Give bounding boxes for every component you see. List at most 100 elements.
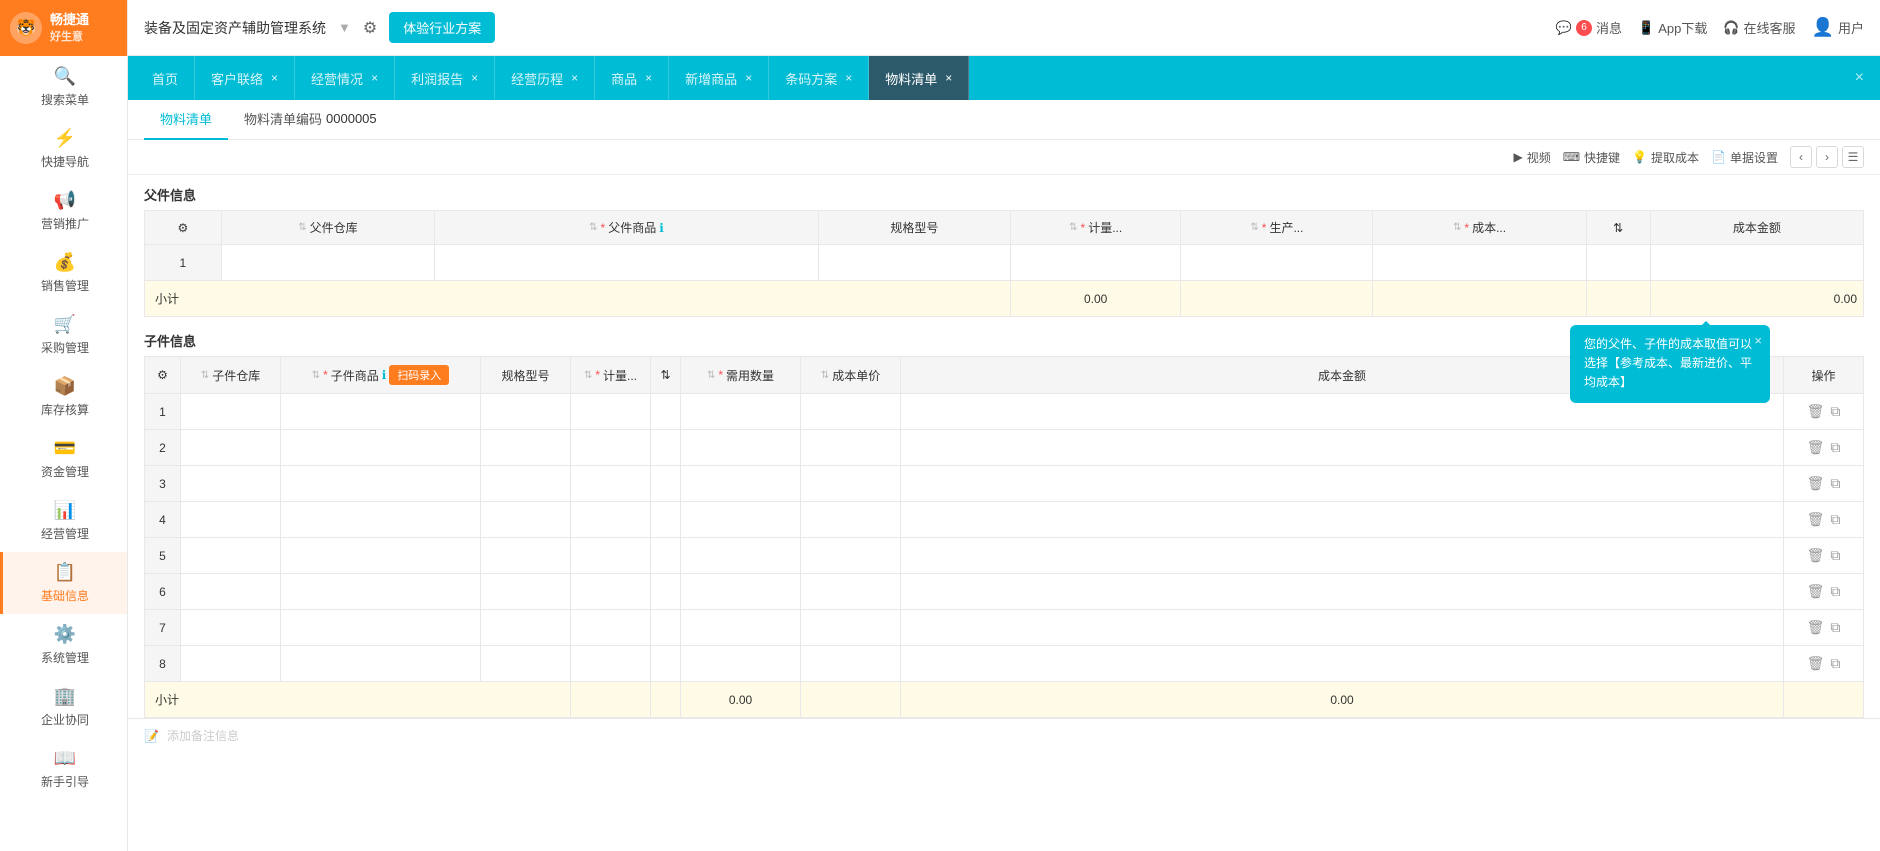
child-cell-unit-cost-1[interactable] (801, 394, 901, 430)
child-cell-unit-cost-4[interactable] (801, 502, 901, 538)
sidebar-item-inventory[interactable]: 📦 库存核算 (0, 366, 127, 428)
video-btn[interactable]: ▶ 视频 (1513, 149, 1550, 166)
sidebar-item-search[interactable]: 🔍 搜索菜单 (0, 56, 127, 118)
child-cell-warehouse-7[interactable] (181, 610, 281, 646)
parent-cell-spec-1[interactable] (818, 245, 1010, 281)
extract-cost-btn[interactable]: 💡 提取成本 (1632, 149, 1699, 166)
scan-button[interactable]: 扫码录入 (389, 365, 449, 385)
nav-tab-close-profit[interactable]: × (471, 71, 478, 85)
nav-tab-home[interactable]: 首页 (136, 56, 195, 100)
sidebar-item-basic_info[interactable]: 📋 基础信息 (0, 552, 127, 614)
child-cell-unit-1[interactable] (571, 394, 651, 430)
copy-icon-3[interactable]: ⧉ (1830, 475, 1840, 492)
nav-tab-history[interactable]: 经营历程× (495, 56, 595, 100)
copy-icon-4[interactable]: ⧉ (1830, 511, 1840, 528)
sidebar-item-enterprise[interactable]: 🏢 企业协同 (0, 676, 127, 738)
child-cell-cost-amount-2[interactable] (901, 430, 1784, 466)
nav-tab-barcode[interactable]: 条码方案× (769, 56, 869, 100)
nav-tab-customers[interactable]: 客户联络× (195, 56, 295, 100)
child-cell-unit-cost-7[interactable] (801, 610, 901, 646)
child-cell-product-8[interactable] (281, 646, 481, 682)
parent-cell-product-1[interactable] (435, 245, 819, 281)
child-cell-cost-amount-3[interactable] (901, 466, 1784, 502)
child-cell-spec-1[interactable] (481, 394, 571, 430)
child-cell-warehouse-3[interactable] (181, 466, 281, 502)
child-cell-warehouse-6[interactable] (181, 574, 281, 610)
child-cell-warehouse-5[interactable] (181, 538, 281, 574)
child-cell-spec-4[interactable] (481, 502, 571, 538)
nav-tab-new_goods[interactable]: 新增商品× (669, 56, 769, 100)
delete-icon-8[interactable]: 🗑 (1807, 655, 1825, 672)
parent-cell-production-1[interactable] (1181, 245, 1373, 281)
note-text[interactable]: 添加备注信息 (167, 727, 239, 744)
parent-cell-cost-1[interactable] (1373, 245, 1586, 281)
sidebar-item-operations_mgr[interactable]: 📊 经营管理 (0, 490, 127, 552)
delete-icon-4[interactable]: 🗑 (1807, 511, 1825, 528)
bottom-note-area[interactable]: 📝 添加备注信息 (128, 718, 1880, 752)
child-cell-quantity-6[interactable] (681, 574, 801, 610)
parent-cell-warehouse-1[interactable] (221, 245, 434, 281)
nav-tab-close-operations[interactable]: × (371, 71, 378, 85)
shortcut-btn[interactable]: ⌨ 快捷键 (1563, 149, 1620, 166)
next-arrow-button[interactable]: › (1816, 146, 1838, 168)
child-cell-unit-7[interactable] (571, 610, 651, 646)
nav-tab-close-barcode[interactable]: × (845, 71, 852, 85)
nav-tab-close-bom[interactable]: × (945, 71, 952, 85)
gear-col-icon[interactable]: ⚙ (157, 368, 168, 382)
nav-tab-close-new_goods[interactable]: × (745, 71, 752, 85)
gear-col-icon[interactable]: ⚙ (178, 221, 189, 235)
child-cell-quantity-2[interactable] (681, 430, 801, 466)
child-cell-unit-2[interactable] (571, 430, 651, 466)
nav-tab-bom[interactable]: 物料清单× (869, 56, 969, 100)
sidebar-item-purchase[interactable]: 🛒 采购管理 (0, 304, 127, 366)
copy-icon-1[interactable]: ⧉ (1830, 403, 1840, 420)
child-cell-quantity-3[interactable] (681, 466, 801, 502)
sidebar-item-finance[interactable]: 💳 资金管理 (0, 428, 127, 490)
child-cell-unit-3[interactable] (571, 466, 651, 502)
child-cell-warehouse-2[interactable] (181, 430, 281, 466)
delete-icon-7[interactable]: 🗑 (1807, 619, 1825, 636)
nav-tab-close-goods[interactable]: × (645, 71, 652, 85)
nav-tab-close-customers[interactable]: × (271, 71, 278, 85)
child-cell-product-7[interactable] (281, 610, 481, 646)
copy-icon-7[interactable]: ⧉ (1830, 619, 1840, 636)
child-cell-quantity-7[interactable] (681, 610, 801, 646)
delete-icon-3[interactable]: 🗑 (1807, 475, 1825, 492)
nav-tab-operations[interactable]: 经营情况× (295, 56, 395, 100)
sidebar-item-quick_nav[interactable]: ⚡ 快捷导航 (0, 118, 127, 180)
child-cell-unit-cost-6[interactable] (801, 574, 901, 610)
child-cell-product-2[interactable] (281, 430, 481, 466)
sub-tab-bom-list[interactable]: 物料清单 (144, 100, 228, 140)
child-cell-cost-amount-8[interactable] (901, 646, 1784, 682)
child-cell-unit-cost-5[interactable] (801, 538, 901, 574)
menu-button[interactable]: ☰ (1842, 146, 1864, 168)
child-cell-warehouse-1[interactable] (181, 394, 281, 430)
user-item[interactable]: 👤 用户 (1812, 17, 1864, 38)
child-cell-unit-5[interactable] (571, 538, 651, 574)
child-cell-unit-8[interactable] (571, 646, 651, 682)
sidebar-item-sales[interactable]: 💰 销售管理 (0, 242, 127, 304)
child-cell-cost-amount-7[interactable] (901, 610, 1784, 646)
child-cell-warehouse-4[interactable] (181, 502, 281, 538)
child-cell-quantity-4[interactable] (681, 502, 801, 538)
prev-arrow-button[interactable]: ‹ (1790, 146, 1812, 168)
nav-close-all-button[interactable]: × (1847, 69, 1872, 87)
message-item[interactable]: 💬 6 消息 (1556, 18, 1622, 37)
sidebar-item-marketing[interactable]: 📢 营销推广 (0, 180, 127, 242)
child-cell-product-3[interactable] (281, 466, 481, 502)
copy-icon-8[interactable]: ⧉ (1830, 655, 1840, 672)
sidebar-item-guide[interactable]: 📖 新手引导 (0, 738, 127, 800)
parent-cell-cost-amount-1[interactable] (1650, 245, 1863, 281)
child-cell-unit-cost-8[interactable] (801, 646, 901, 682)
child-cell-spec-2[interactable] (481, 430, 571, 466)
online-service-item[interactable]: 🎧 在线客服 (1723, 18, 1795, 37)
parent-cell-unit-1[interactable] (1010, 245, 1181, 281)
app-download-item[interactable]: 📱 App下载 (1638, 18, 1707, 37)
nav-tab-close-history[interactable]: × (571, 71, 578, 85)
child-cell-quantity-8[interactable] (681, 646, 801, 682)
child-cell-cost-amount-4[interactable] (901, 502, 1784, 538)
delete-icon-2[interactable]: 🗑 (1807, 439, 1825, 456)
delete-icon-6[interactable]: 🗑 (1807, 583, 1825, 600)
sidebar-item-system[interactable]: ⚙️ 系统管理 (0, 614, 127, 676)
child-cell-quantity-1[interactable] (681, 394, 801, 430)
